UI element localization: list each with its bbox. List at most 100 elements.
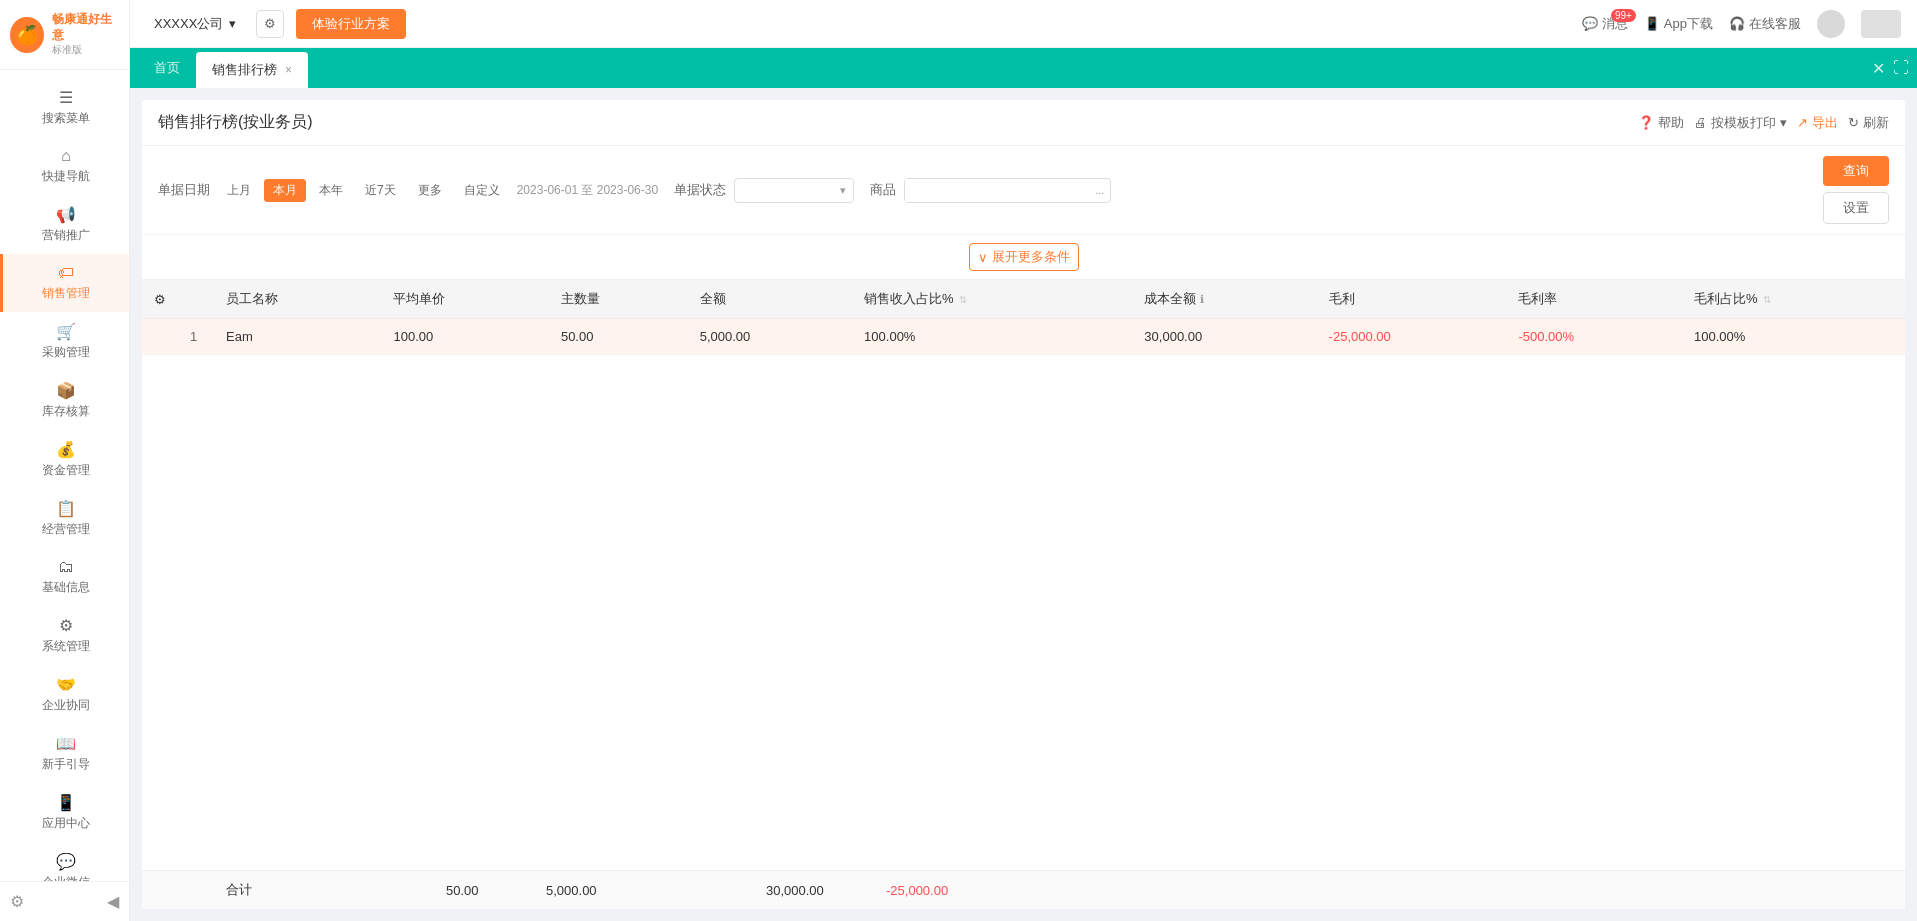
sidebar-item-label: 基础信息 [42, 579, 90, 596]
status-label: 单据状态 [674, 181, 726, 199]
page-container: 销售排行榜(按业务员) ❓ 帮助 🖨 按模板打印 ▾ ↗ 导出 [142, 100, 1905, 909]
sidebar: 🍊 畅康通好生意 标准版 ☰搜索菜单⌂快捷导航📢营销推广🏷销售管理🛒采购管理📦库… [0, 0, 130, 921]
ranking-table: ⚙ 员工名称 平均单价 主数量 全额 销售收入占比% ⇅ [142, 280, 1905, 355]
sidebar-item-search[interactable]: ☰搜索菜单 [0, 78, 129, 137]
date-current-month-btn[interactable]: 本月 [264, 179, 306, 202]
app-download-button[interactable]: 📱 App下载 [1644, 15, 1713, 33]
sidebar-item-label: 采购管理 [42, 344, 90, 361]
system-icon: ⚙ [59, 616, 73, 635]
sidebar-item-label: 搜索菜单 [42, 110, 90, 127]
col-qty: 主数量 [549, 280, 688, 319]
col-settings[interactable]: ⚙ [142, 280, 178, 319]
message-icon: 💬 [1582, 16, 1598, 31]
topbar-right: 💬 消息 99+ 📱 App下载 🎧 在线客服 [1582, 10, 1901, 38]
date-week-btn[interactable]: 近7天 [356, 179, 405, 202]
query-button[interactable]: 查询 [1823, 156, 1889, 186]
headset-icon: 🎧 [1729, 16, 1745, 31]
date-custom-btn[interactable]: 自定义 [455, 179, 509, 202]
col-amount: 全额 [688, 280, 852, 319]
company-name: XXXXX公司 [154, 15, 223, 33]
sidebar-item-sales[interactable]: 🏷销售管理 [0, 254, 129, 312]
expand-conditions-button[interactable]: ∨ 展开更多条件 [969, 243, 1079, 271]
tab-sales-ranking[interactable]: 销售排行榜 × [196, 52, 308, 88]
sidebar-item-label: 资金管理 [42, 462, 90, 479]
status-filter-group: 单据状态 [674, 178, 854, 203]
date-range-display: 2023-06-01 至 2023-06-30 [517, 182, 658, 199]
sidebar-item-label: 应用中心 [42, 815, 90, 832]
guide-icon: 📖 [56, 734, 76, 753]
goods-label: 商品 [870, 181, 896, 199]
goods-input-wrapper: ... [904, 178, 1111, 203]
refresh-button[interactable]: ↻ 刷新 [1848, 114, 1889, 132]
row-settings [142, 319, 178, 355]
sidebar-item-guide[interactable]: 📖 新手引导 [0, 724, 129, 783]
tab-close-icon[interactable]: × [285, 63, 292, 77]
sidebar-item-purchase[interactable]: 🛒 采购管理 [0, 312, 129, 371]
help-icon: ❓ [1638, 115, 1654, 130]
sidebar-item-quick[interactable]: ⌂快捷导航 [0, 137, 129, 195]
sidebar-item-system[interactable]: ⚙系统管理 [0, 606, 129, 665]
purchase-icon: 🛒 [56, 322, 76, 341]
help-button[interactable]: ❓ 帮助 [1638, 114, 1684, 132]
wechat-icon: 💬 [56, 852, 76, 871]
company-select[interactable]: XXXXX公司 ▾ [146, 11, 244, 37]
print-button[interactable]: 🖨 按模板打印 ▾ [1694, 114, 1787, 132]
sidebar-item-label: 经营管理 [42, 521, 90, 538]
status-select[interactable] [734, 178, 854, 203]
collapse-icon[interactable]: ◀ [107, 892, 119, 911]
message-badge: 99+ [1611, 9, 1636, 22]
logo-sub: 标准版 [52, 43, 119, 57]
settings-bottom-icon[interactable]: ⚙ [10, 892, 24, 911]
sidebar-item-enterprise[interactable]: 🤝 企业协同 [0, 665, 129, 724]
try-industry-button[interactable]: 体验行业方案 [296, 9, 406, 39]
date-filter-group: 单据日期 上月 本月 本年 近7天 更多 自定义 2023-06-01 至 20… [158, 179, 658, 202]
row-sales-pct: 100.00% [852, 319, 1132, 355]
tab-close-window-icon[interactable]: ✕ [1872, 59, 1885, 78]
sidebar-item-operation[interactable]: 📋经营管理 [0, 489, 129, 548]
row-cost: 30,000.00 [1132, 319, 1316, 355]
row-qty: 50.00 [549, 319, 688, 355]
expand-icon: ∨ [978, 250, 988, 265]
status-select-wrapper [734, 178, 854, 203]
gear-button[interactable]: ⚙ [256, 10, 284, 38]
filter-bar: 单据日期 上月 本月 本年 近7天 更多 自定义 2023-06-01 至 20… [142, 146, 1905, 235]
online-service-button[interactable]: 🎧 在线客服 [1729, 15, 1801, 33]
avatar[interactable] [1817, 10, 1845, 38]
footer-qty: 50.00 [446, 883, 546, 898]
date-year-btn[interactable]: 本年 [310, 179, 352, 202]
sidebar-item-wechat[interactable]: 💬企业微信 [0, 842, 129, 881]
page-actions: ❓ 帮助 🖨 按模板打印 ▾ ↗ 导出 ↻ 刷新 [1638, 114, 1889, 132]
date-buttons: 上月 本月 本年 近7天 更多 自定义 [218, 179, 509, 202]
sidebar-item-label: 新手引导 [42, 756, 90, 773]
message-button[interactable]: 💬 消息 99+ [1582, 15, 1628, 33]
sales-icon: 🏷 [58, 264, 74, 282]
enterprise-icon: 🤝 [56, 675, 76, 694]
col-profit-rate: 毛利率 [1506, 280, 1682, 319]
col-profit-pct[interactable]: 毛利占比% ⇅ [1682, 280, 1905, 319]
sidebar-nav: ☰搜索菜单⌂快捷导航📢营销推广🏷销售管理 🛒 采购管理 📦库存核算💰资金管理📋经营管理… [0, 70, 129, 881]
sidebar-item-inventory[interactable]: 📦库存核算 [0, 371, 129, 430]
sidebar-item-basic[interactable]: 🗂基础信息 [0, 548, 129, 606]
date-more-btn[interactable]: 更多 [409, 179, 451, 202]
goods-filter-group: 商品 ... [870, 178, 1111, 203]
settings-button[interactable]: 设置 [1823, 192, 1889, 224]
page-header: 销售排行榜(按业务员) ❓ 帮助 🖨 按模板打印 ▾ ↗ 导出 [142, 100, 1905, 146]
inventory-icon: 📦 [56, 381, 76, 400]
goods-input[interactable] [905, 179, 1089, 202]
sidebar-item-apps[interactable]: 📱应用中心 [0, 783, 129, 842]
row-profit: -25,000.00 [1317, 319, 1507, 355]
sidebar-item-finance[interactable]: 💰资金管理 [0, 430, 129, 489]
col-sales-pct[interactable]: 销售收入占比% ⇅ [852, 280, 1132, 319]
info-icon: ℹ [1200, 293, 1204, 305]
tab-maximize-icon[interactable]: ⛶ [1893, 59, 1909, 78]
main-area: XXXXX公司 ▾ ⚙ 体验行业方案 💬 消息 99+ 📱 App下载 🎧 在线… [130, 0, 1917, 921]
export-button[interactable]: ↗ 导出 [1797, 114, 1838, 132]
col-profit: 毛利 [1317, 280, 1507, 319]
sidebar-item-marketing[interactable]: 📢营销推广 [0, 195, 129, 254]
sidebar-item-label: 企业协同 [42, 697, 90, 714]
goods-more-icon[interactable]: ... [1089, 180, 1110, 200]
row-rank: 1 [178, 319, 214, 355]
expand-row: ∨ 展开更多条件 [142, 235, 1905, 280]
date-prev-month-btn[interactable]: 上月 [218, 179, 260, 202]
tab-home[interactable]: 首页 [138, 48, 196, 88]
